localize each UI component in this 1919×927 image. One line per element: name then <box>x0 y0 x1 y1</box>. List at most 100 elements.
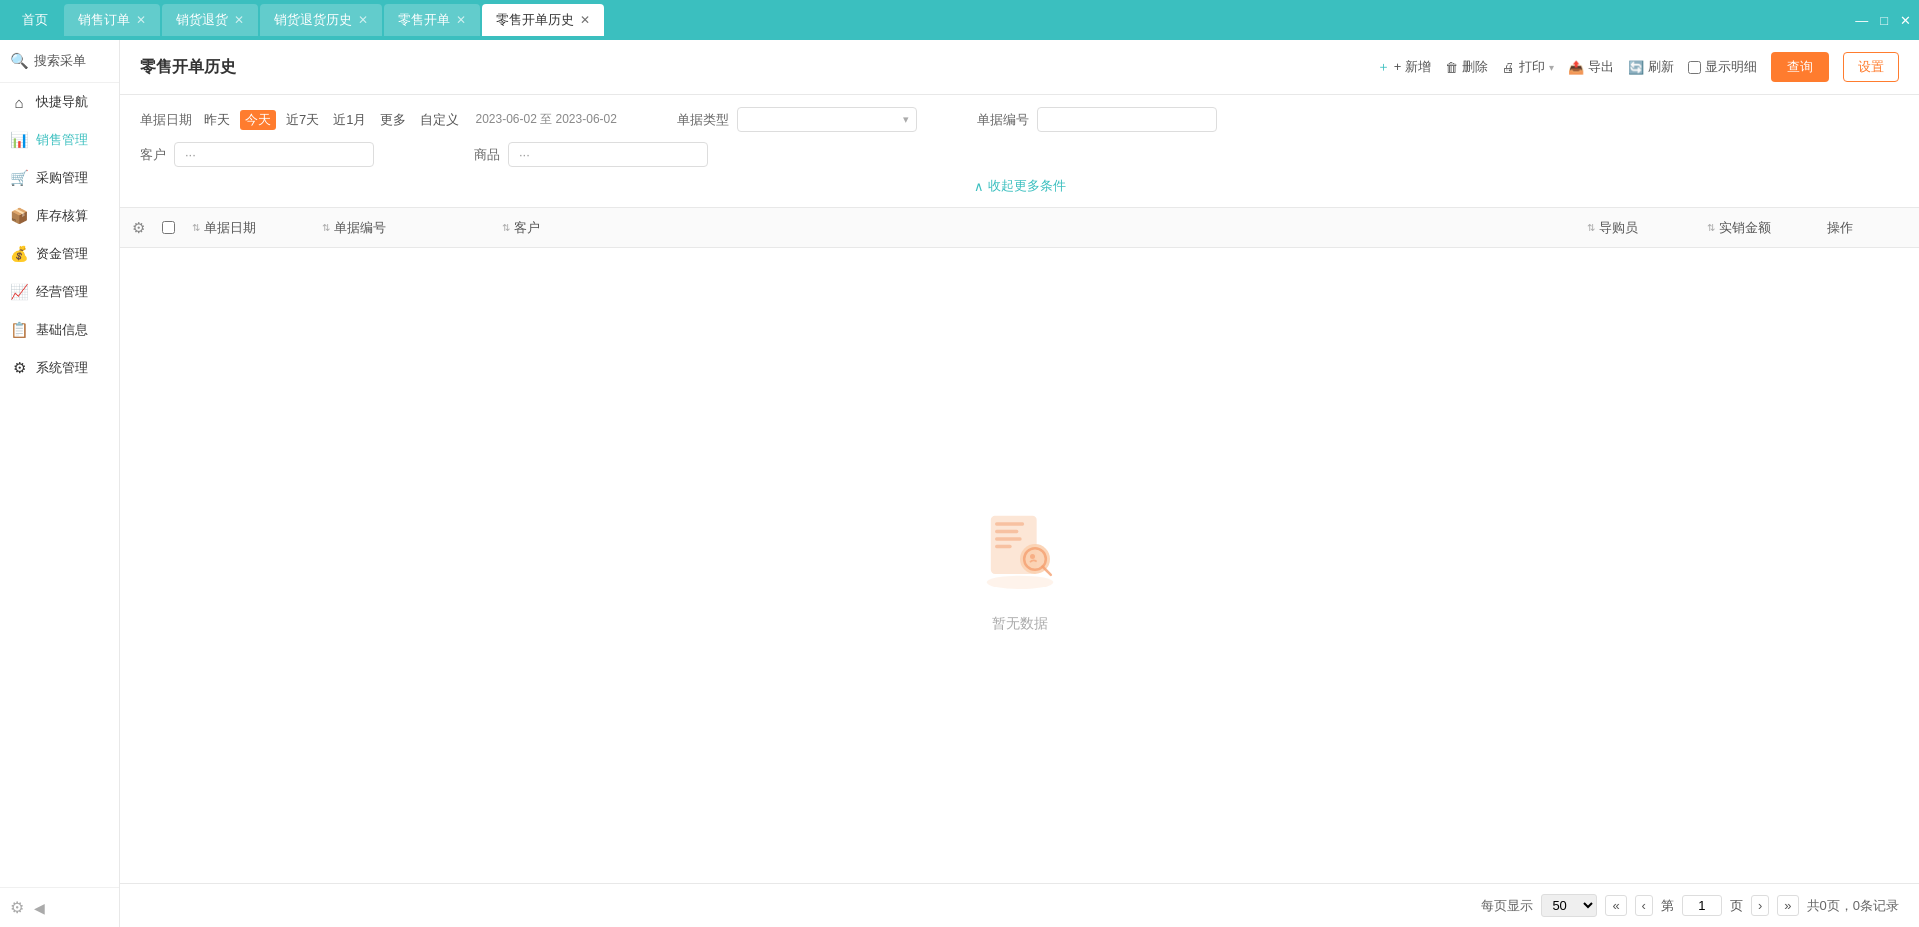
tab-home-label: 首页 <box>22 11 48 29</box>
tab-sales-return-history[interactable]: 销货退货历史 ✕ <box>260 4 382 36</box>
add-label: + 新增 <box>1394 58 1431 76</box>
query-button[interactable]: 查询 <box>1771 52 1829 82</box>
sidebar-item-basic-info-label: 基础信息 <box>36 321 88 339</box>
tab-retail-open-history-close[interactable]: ✕ <box>580 13 590 27</box>
add-button[interactable]: ＋ + 新增 <box>1377 58 1431 76</box>
tab-sales-return[interactable]: 销货退货 ✕ <box>162 4 258 36</box>
customer-placeholder: ··· <box>185 147 196 162</box>
sidebar-bottom: ⚙ ◀ <box>0 887 119 927</box>
tab-retail-open-label: 零售开单 <box>398 11 450 29</box>
goods-input[interactable]: ··· <box>508 142 708 167</box>
prev-page-button[interactable]: ‹ <box>1635 895 1653 916</box>
page-prefix: 第 <box>1661 897 1674 915</box>
pagination: 每页显示 10 20 50 100 « ‹ 第 页 › » 共0页，0条记录 <box>120 883 1919 927</box>
tab-retail-open[interactable]: 零售开单 ✕ <box>384 4 480 36</box>
next-page-button[interactable]: › <box>1751 895 1769 916</box>
tab-sales-return-close[interactable]: ✕ <box>234 13 244 27</box>
tab-sales-order-close[interactable]: ✕ <box>136 13 146 27</box>
date-option-custom[interactable]: 自定义 <box>416 109 463 131</box>
table-header: ⚙ ⇅ 单据日期 ⇅ 单据编号 ⇅ 客户 ⇅ 导购员 <box>120 208 1919 248</box>
sidebar-item-finance[interactable]: 💰 资金管理 <box>0 235 119 273</box>
delete-button[interactable]: 🗑 删除 <box>1445 58 1488 76</box>
minimize-button[interactable]: — <box>1855 13 1868 28</box>
date-option-yesterday[interactable]: 昨天 <box>200 109 234 131</box>
date-option-today[interactable]: 今天 <box>240 110 276 130</box>
tab-sales-order-label: 销售订单 <box>78 11 130 29</box>
sys-mgmt-icon: ⚙ <box>10 359 28 377</box>
col-header-num[interactable]: ⇅ 单据编号 <box>322 219 502 237</box>
page-unit: 页 <box>1730 897 1743 915</box>
select-all-checkbox[interactable] <box>162 221 175 234</box>
sidebar-settings-icon[interactable]: ⚙ <box>10 898 24 917</box>
date-filter-group: 单据日期 昨天 今天 近7天 近1月 更多 自定义 2023-06-02 至 2… <box>140 109 617 131</box>
sidebar-search-label: 搜索采单 <box>34 52 86 70</box>
doc-type-label: 单据类型 <box>677 111 729 129</box>
sidebar-search[interactable]: 🔍 搜索采单 <box>0 40 119 83</box>
setting-button[interactable]: 设置 <box>1843 52 1899 82</box>
main-layout: 🔍 搜索采单 ⌂ 快捷导航 📊 销售管理 🛒 采购管理 📦 库存核算 💰 资金管… <box>0 40 1919 927</box>
doc-num-label: 单据编号 <box>977 111 1029 129</box>
sidebar-collapse-icon[interactable]: ◀ <box>34 900 45 916</box>
date-option-1month[interactable]: 近1月 <box>329 109 370 131</box>
sidebar-item-quick-nav[interactable]: ⌂ 快捷导航 <box>0 83 119 121</box>
display-cols-toggle[interactable]: 显示明细 <box>1688 58 1757 76</box>
tab-retail-open-close[interactable]: ✕ <box>456 13 466 27</box>
customer-input[interactable]: ··· <box>174 142 374 167</box>
date-option-more[interactable]: 更多 <box>376 109 410 131</box>
sidebar-item-basic-info[interactable]: 📋 基础信息 <box>0 311 119 349</box>
current-page-input[interactable] <box>1682 895 1722 916</box>
close-button[interactable]: ✕ <box>1900 13 1911 28</box>
sidebar-item-inventory[interactable]: 📦 库存核算 <box>0 197 119 235</box>
export-button[interactable]: 📤 导出 <box>1568 58 1614 76</box>
add-icon: ＋ <box>1377 58 1390 76</box>
sidebar-item-sales-mgmt[interactable]: 📊 销售管理 <box>0 121 119 159</box>
col-guide-label: 导购员 <box>1599 219 1638 237</box>
operations-icon: 📈 <box>10 283 28 301</box>
filter-row-1: 单据日期 昨天 今天 近7天 近1月 更多 自定义 2023-06-02 至 2… <box>140 107 1899 132</box>
print-button[interactable]: 🖨 打印 ▾ <box>1502 58 1554 76</box>
last-page-button[interactable]: » <box>1777 895 1798 916</box>
sidebar-item-operations[interactable]: 📈 经营管理 <box>0 273 119 311</box>
svg-rect-3 <box>995 529 1018 532</box>
tab-home[interactable]: 首页 <box>8 4 62 36</box>
display-cols-label: 显示明细 <box>1705 58 1757 76</box>
maximize-button[interactable]: □ <box>1880 13 1888 28</box>
tab-retail-open-history[interactable]: 零售开单历史 ✕ <box>482 4 604 36</box>
sidebar-item-inventory-label: 库存核算 <box>36 207 88 225</box>
sidebar-item-purchase-mgmt-label: 采购管理 <box>36 169 88 187</box>
finance-icon: 💰 <box>10 245 28 263</box>
date-option-7days[interactable]: 近7天 <box>282 109 323 131</box>
col-header-action: 操作 <box>1827 219 1907 237</box>
doc-type-select[interactable] <box>737 107 917 132</box>
refresh-button[interactable]: 🔄 刷新 <box>1628 58 1674 76</box>
sidebar-item-sys-mgmt[interactable]: ⚙ 系统管理 <box>0 349 119 387</box>
sidebar: 🔍 搜索采单 ⌂ 快捷导航 📊 销售管理 🛒 采购管理 📦 库存核算 💰 资金管… <box>0 40 120 927</box>
col-header-guide[interactable]: ⇅ 导购员 <box>1587 219 1707 237</box>
svg-rect-4 <box>995 537 1022 540</box>
column-settings-icon[interactable]: ⚙ <box>132 219 162 237</box>
delete-icon: 🗑 <box>1445 60 1458 75</box>
sort-icon-amount: ⇅ <box>1707 222 1715 233</box>
purchase-icon: 🛒 <box>10 169 28 187</box>
svg-rect-2 <box>995 522 1024 525</box>
tab-sales-order[interactable]: 销售订单 ✕ <box>64 4 160 36</box>
collapse-row[interactable]: ∧ 收起更多条件 <box>140 177 1899 195</box>
col-header-amount[interactable]: ⇅ 实销金额 <box>1707 219 1827 237</box>
sidebar-item-purchase-mgmt[interactable]: 🛒 采购管理 <box>0 159 119 197</box>
doc-type-filter-group: 单据类型 <box>677 107 917 132</box>
doc-num-input[interactable] <box>1037 107 1217 132</box>
sidebar-item-sys-mgmt-label: 系统管理 <box>36 359 88 377</box>
svg-rect-5 <box>995 544 1012 547</box>
page-title: 零售开单历史 <box>140 57 236 78</box>
page-size-select[interactable]: 10 20 50 100 <box>1541 894 1597 917</box>
display-cols-checkbox[interactable] <box>1688 61 1701 74</box>
filter-row-2: 客户 ··· 商品 ··· <box>140 142 1899 167</box>
col-header-date[interactable]: ⇅ 单据日期 <box>192 219 322 237</box>
goods-label: 商品 <box>474 146 500 164</box>
first-page-button[interactable]: « <box>1605 895 1626 916</box>
col-header-client[interactable]: ⇅ 客户 <box>502 219 1587 237</box>
date-filter-label: 单据日期 <box>140 111 192 129</box>
refresh-icon: 🔄 <box>1628 60 1644 75</box>
header-checkbox-wrap <box>162 221 192 234</box>
tab-sales-return-history-close[interactable]: ✕ <box>358 13 368 27</box>
